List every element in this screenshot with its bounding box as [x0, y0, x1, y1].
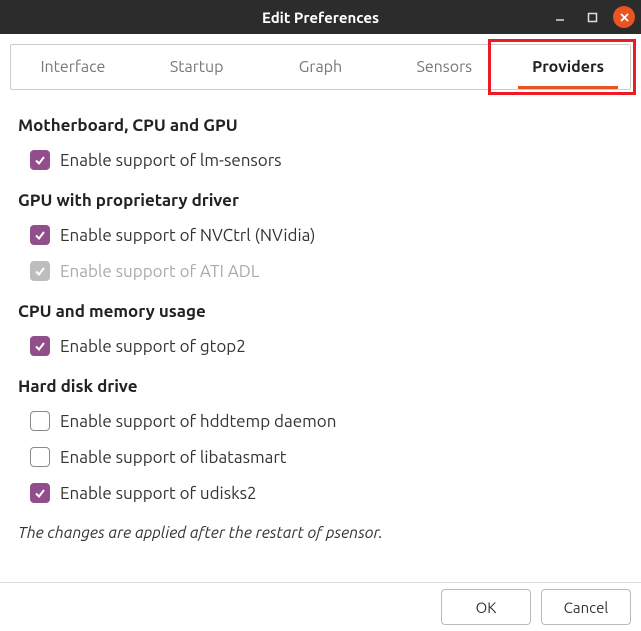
- checkbox-udisks2[interactable]: [30, 483, 50, 503]
- maximize-button[interactable]: [581, 6, 603, 28]
- tab-graph[interactable]: Graph: [259, 45, 383, 89]
- label-gtop2: Enable support of gtop2: [60, 337, 246, 356]
- label-lm-sensors: Enable support of lm-sensors: [60, 151, 282, 170]
- checkbox-hddtemp[interactable]: [30, 411, 50, 431]
- restart-note: The changes are applied after the restar…: [18, 524, 623, 542]
- section-title-mobo: Motherboard, CPU and GPU: [18, 116, 623, 135]
- window-body: Interface Startup Graph Sensors Provider…: [0, 34, 641, 542]
- section-title-gpu: GPU with proprietary driver: [18, 191, 623, 210]
- window-title: Edit Preferences: [0, 9, 641, 26]
- row-ati-adl: Enable support of ATI ADL: [30, 256, 623, 286]
- window-controls: [549, 6, 635, 28]
- label-nvctrl: Enable support of NVCtrl (NVidia): [60, 226, 315, 245]
- tab-interface[interactable]: Interface: [11, 45, 135, 89]
- label-ati-adl: Enable support of ATI ADL: [60, 262, 259, 281]
- row-libatasmart: Enable support of libatasmart: [30, 442, 623, 472]
- label-hddtemp: Enable support of hddtemp daemon: [60, 412, 336, 431]
- tab-bar: Interface Startup Graph Sensors Provider…: [10, 44, 631, 90]
- row-hddtemp: Enable support of hddtemp daemon: [30, 406, 623, 436]
- dialog-footer: OK Cancel: [0, 582, 641, 631]
- titlebar: Edit Preferences: [0, 0, 641, 34]
- tab-providers[interactable]: Providers: [506, 45, 630, 89]
- row-gtop2: Enable support of gtop2: [30, 331, 623, 361]
- section-title-cpu: CPU and memory usage: [18, 302, 623, 321]
- row-nvctrl: Enable support of NVCtrl (NVidia): [30, 220, 623, 250]
- checkbox-gtop2[interactable]: [30, 336, 50, 356]
- tab-sensors[interactable]: Sensors: [382, 45, 506, 89]
- section-title-hdd: Hard disk drive: [18, 377, 623, 396]
- checkbox-ati-adl: [30, 261, 50, 281]
- row-udisks2: Enable support of udisks2: [30, 478, 623, 508]
- cancel-button[interactable]: Cancel: [541, 589, 631, 625]
- row-lm-sensors: Enable support of lm-sensors: [30, 145, 623, 175]
- tab-content-providers: Motherboard, CPU and GPU Enable support …: [10, 90, 631, 542]
- checkbox-libatasmart[interactable]: [30, 447, 50, 467]
- checkbox-nvctrl[interactable]: [30, 225, 50, 245]
- tab-startup[interactable]: Startup: [135, 45, 259, 89]
- minimize-button[interactable]: [549, 6, 571, 28]
- label-udisks2: Enable support of udisks2: [60, 484, 257, 503]
- checkbox-lm-sensors[interactable]: [30, 150, 50, 170]
- ok-button[interactable]: OK: [441, 589, 531, 625]
- label-libatasmart: Enable support of libatasmart: [60, 448, 286, 467]
- close-button[interactable]: [613, 6, 635, 28]
